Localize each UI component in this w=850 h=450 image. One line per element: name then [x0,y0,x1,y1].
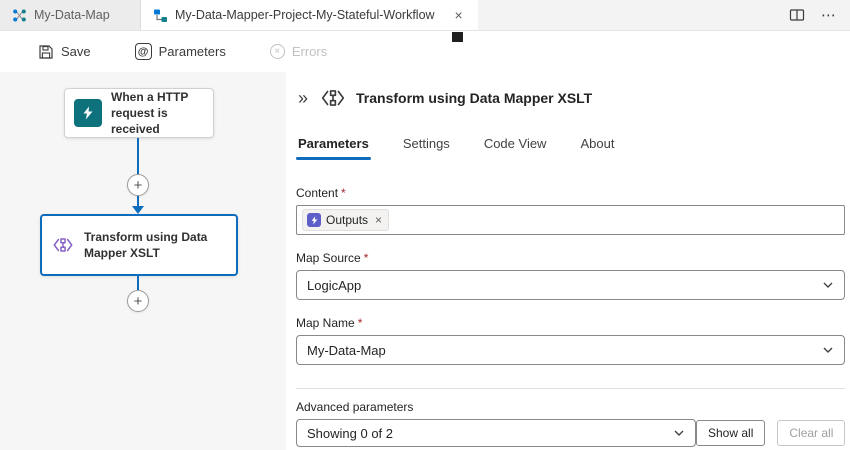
parameters-label: Parameters [159,44,226,59]
advanced-parameters-dropdown[interactable]: Showing 0 of 2 [296,419,696,447]
tab-parameters[interactable]: Parameters [296,136,371,160]
outputs-token-chip[interactable]: Outputs × [302,209,389,231]
dark-square-artifact [452,32,463,42]
tab-my-data-map[interactable]: My-Data-Map [0,0,141,30]
panel-tabs: Parameters Settings Code View About [296,136,845,160]
data-mapper-icon [51,233,75,257]
clear-all-button[interactable]: Clear all [777,420,845,446]
add-action-button-2[interactable]: + [127,290,149,312]
required-mark: * [341,186,346,200]
parameters-icon: @ [135,43,152,60]
required-mark: * [358,316,363,330]
errors-label: Errors [292,44,327,59]
action-card-label: Transform using Data Mapper XSLT [84,229,226,261]
connector-line [137,276,139,290]
action-card-selected[interactable]: Transform using Data Mapper XSLT [40,214,238,276]
save-button[interactable]: Save [38,44,91,60]
map-source-label: Map Source* [296,251,845,265]
data-mapper-operation-icon [320,85,346,111]
errors-button[interactable]: × Errors [270,44,327,59]
close-tab-icon[interactable]: × [452,7,466,23]
remove-token-icon[interactable]: × [375,214,382,226]
more-actions-icon[interactable]: ⋯ [821,8,836,23]
editor-tab-bar: My-Data-Map My-Data-Mapper-Project-My-St… [0,0,850,31]
split-editor-icon[interactable] [789,7,805,23]
advanced-parameters-value: Showing 0 of 2 [307,426,393,441]
tab-about[interactable]: About [578,136,616,160]
add-action-button[interactable]: + [127,174,149,196]
content-input[interactable]: Outputs × [296,205,845,235]
chevron-down-icon [673,427,685,439]
trigger-card-label: When a HTTP request is received [111,89,203,138]
tab-code-view[interactable]: Code View [482,136,549,160]
token-label: Outputs [326,213,368,227]
advanced-parameters-label: Advanced parameters [296,400,845,414]
save-label: Save [61,44,91,59]
connector-line [137,138,139,174]
dynamic-content-icon [307,213,321,227]
map-name-dropdown[interactable]: My-Data-Map [296,335,845,365]
tab-label: My-Data-Map [34,8,110,22]
connector-arrowhead [132,206,144,214]
chevron-down-icon [822,279,834,291]
trigger-card[interactable]: When a HTTP request is received [64,88,214,138]
http-request-icon [74,99,102,127]
parameters-button[interactable]: @ Parameters [135,43,226,60]
section-divider [296,388,845,389]
data-map-file-icon [12,8,27,23]
advanced-parameters-row: Showing 0 of 2 Show all Clear all [296,419,845,447]
required-mark: * [364,251,369,265]
map-name-label: Map Name* [296,316,845,330]
panel-title: Transform using Data Mapper XSLT [356,90,592,106]
map-name-value: My-Data-Map [307,343,386,358]
chevron-down-icon [822,344,834,356]
show-all-button[interactable]: Show all [696,420,765,446]
save-icon [38,44,54,60]
map-source-value: LogicApp [307,278,361,293]
panel-header: » Transform using Data Mapper XSLT [296,84,845,112]
collapse-panel-icon[interactable]: » [296,89,310,107]
designer-toolbar: Save @ Parameters × Errors [0,31,850,72]
map-source-dropdown[interactable]: LogicApp [296,270,845,300]
tab-bar-actions: ⋯ [789,0,850,30]
workflow-canvas: When a HTTP request is received + Transf… [0,72,286,450]
tab-label: My-Data-Mapper-Project-My-Stateful-Workf… [175,8,435,22]
tab-workflow[interactable]: My-Data-Mapper-Project-My-Stateful-Workf… [141,0,478,30]
content-label: Content* [296,186,845,200]
workflow-file-icon [153,8,168,23]
tab-settings[interactable]: Settings [401,136,452,160]
operation-details-panel: » Transform using Data Mapper XSLT [286,72,850,450]
errors-icon: × [270,44,285,59]
